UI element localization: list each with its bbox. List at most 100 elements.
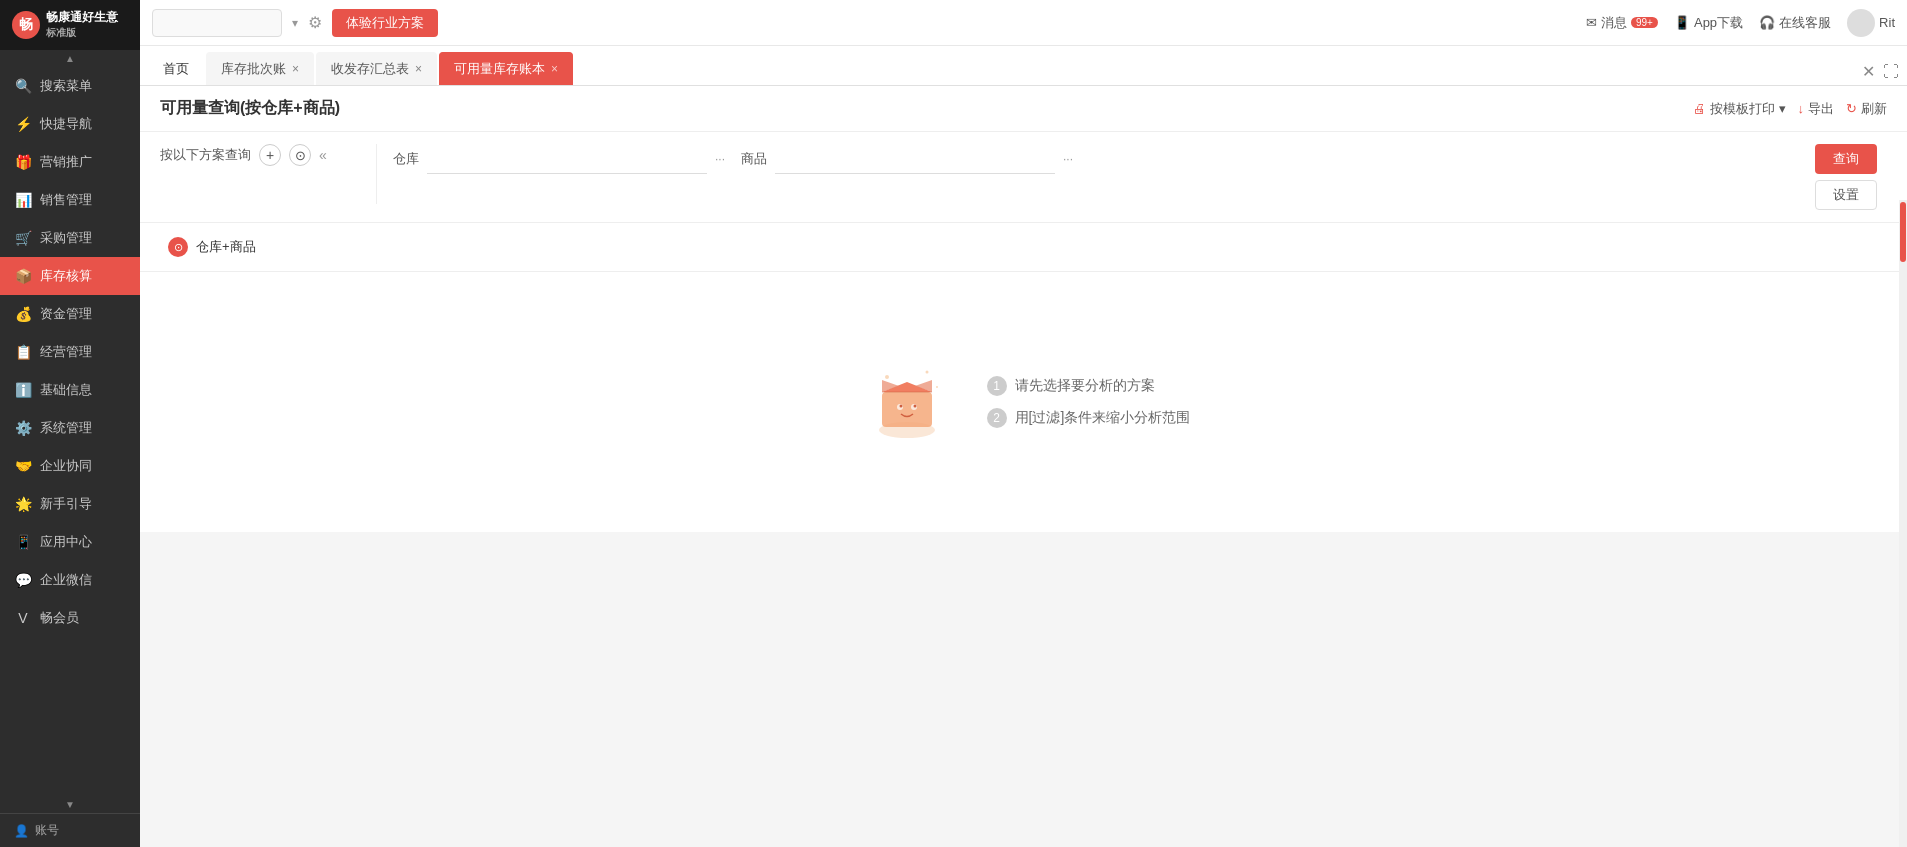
filter-add-button[interactable]: + (259, 144, 281, 166)
sidebar-item-member[interactable]: V 畅会员 (0, 599, 140, 637)
sidebar-item-purchase[interactable]: 🛒 采购管理 (0, 219, 140, 257)
empty-tip-2: 2 用[过滤]条件来缩小分析范围 (987, 408, 1191, 428)
filter-fields: 仓库 ··· 商品 ··· (393, 144, 1815, 174)
marketing-icon: 🎁 (14, 153, 32, 171)
query-button[interactable]: 查询 (1815, 144, 1877, 174)
print-action[interactable]: 🖨 按模板打印 ▾ (1693, 100, 1786, 118)
empty-illustration (857, 352, 957, 452)
tab-summary[interactable]: 收发存汇总表 × (316, 52, 437, 85)
sidebar-footer[interactable]: 👤 账号 (0, 813, 140, 847)
online-service-item[interactable]: 🎧 在线客服 (1759, 14, 1831, 32)
warehouse-input[interactable] (427, 144, 707, 174)
scheme-item[interactable]: ⊙ 仓库+商品 (160, 231, 1887, 263)
tab-close-btn[interactable]: ✕ (1862, 62, 1875, 81)
tab-summary-close[interactable]: × (415, 62, 422, 76)
filter-collapse-button[interactable]: « (319, 147, 327, 163)
sidebar-item-appcenter-label: 应用中心 (40, 533, 92, 551)
sidebar-item-marketing[interactable]: 🎁 营销推广 (0, 143, 140, 181)
top-bar-gear-icon[interactable]: ⚙ (308, 13, 322, 32)
svg-point-8 (899, 405, 902, 408)
sidebar-item-sales-label: 销售管理 (40, 191, 92, 209)
tab-bar-actions: ✕ ⛶ (1862, 62, 1899, 85)
top-bar-chevron-icon[interactable]: ▾ (292, 16, 298, 30)
sidebar-item-corpwechat[interactable]: 💬 企业微信 (0, 561, 140, 599)
sidebar-item-system-label: 系统管理 (40, 419, 92, 437)
sidebar-item-search-label: 搜索菜单 (40, 77, 92, 95)
empty-state: 1 请先选择要分析的方案 2 用[过滤]条件来缩小分析范围 (140, 272, 1907, 532)
finance-icon: 💰 (14, 305, 32, 323)
tip-1-text: 请先选择要分析的方案 (1015, 377, 1155, 395)
tab-available-close[interactable]: × (551, 62, 558, 76)
page-header-actions: 🖨 按模板打印 ▾ ↓ 导出 ↻ 刷新 (1693, 100, 1888, 118)
app-edition: 标准版 (46, 26, 118, 40)
sidebar-item-finance[interactable]: 💰 资金管理 (0, 295, 140, 333)
app-download-item[interactable]: 📱 App下载 (1674, 14, 1743, 32)
export-action[interactable]: ↓ 导出 (1798, 100, 1835, 118)
goods-more-btn[interactable]: ··· (1063, 152, 1073, 166)
sidebar-footer-icon: 👤 (14, 824, 29, 838)
sidebar-scroll-down[interactable]: ▼ (0, 796, 140, 813)
member-icon: V (14, 609, 32, 627)
tab-expand-btn[interactable]: ⛶ (1883, 63, 1899, 81)
tab-available[interactable]: 可用量库存账本 × (439, 52, 573, 85)
tip-2-num: 2 (987, 408, 1007, 428)
phone-icon: 📱 (1674, 15, 1690, 30)
user-info[interactable]: Rit (1847, 9, 1895, 37)
sidebar-item-system[interactable]: ⚙️ 系统管理 (0, 409, 140, 447)
message-item[interactable]: ✉ 消息 99+ (1586, 14, 1658, 32)
page-header: 可用量查询(按仓库+商品) 🖨 按模板打印 ▾ ↓ 导出 ↻ 刷新 (140, 86, 1907, 132)
export-icon: ↓ (1798, 101, 1805, 116)
sidebar-item-basic[interactable]: ℹ️ 基础信息 (0, 371, 140, 409)
tab-batch[interactable]: 库存批次账 × (206, 52, 314, 85)
filter-settings-button[interactable]: ⊙ (289, 144, 311, 166)
filter-row-1: 仓库 ··· 商品 ··· (393, 144, 1815, 174)
sidebar-item-operation[interactable]: 📋 经营管理 (0, 333, 140, 371)
online-service-label: 在线客服 (1779, 14, 1831, 32)
user-avatar (1847, 9, 1875, 37)
warehouse-label: 仓库 (393, 150, 419, 168)
sidebar-item-enterprise-label: 企业协同 (40, 457, 92, 475)
right-scrollbar-thumb (1900, 202, 1906, 262)
sales-icon: 📊 (14, 191, 32, 209)
goods-input[interactable] (775, 144, 1055, 174)
top-bar-right: ✉ 消息 99+ 📱 App下载 🎧 在线客服 Rit (1586, 9, 1895, 37)
svg-point-9 (913, 405, 916, 408)
top-bar-search-input[interactable] (152, 9, 282, 37)
sidebar-item-appcenter[interactable]: 📱 应用中心 (0, 523, 140, 561)
top-bar: ▾ ⚙ 体验行业方案 ✉ 消息 99+ 📱 App下载 🎧 在线客服 Rit (140, 0, 1907, 46)
filter-field-goods: 商品 ··· (741, 144, 1073, 174)
right-actions: 查询 设置 (1815, 144, 1887, 210)
sidebar-item-enterprise[interactable]: 🤝 企业协同 (0, 447, 140, 485)
scheme-item-label: 仓库+商品 (196, 238, 256, 256)
sidebar-item-marketing-label: 营销推广 (40, 153, 92, 171)
newuser-icon: 🌟 (14, 495, 32, 513)
sidebar-item-basic-label: 基础信息 (40, 381, 92, 399)
sidebar-scroll-up[interactable]: ▲ (0, 50, 140, 67)
tab-bar: 首页 库存批次账 × 收发存汇总表 × 可用量库存账本 × ✕ ⛶ (140, 46, 1907, 86)
sidebar-header: 畅 畅康通好生意 标准版 (0, 0, 140, 50)
tab-batch-close[interactable]: × (292, 62, 299, 76)
app-logo: 畅 (12, 11, 40, 39)
industry-btn[interactable]: 体验行业方案 (332, 9, 438, 37)
sidebar-item-newuser[interactable]: 🌟 新手引导 (0, 485, 140, 523)
app-download-label: App下载 (1694, 14, 1743, 32)
sidebar-item-quicknav-label: 快捷导航 (40, 115, 92, 133)
system-icon: ⚙️ (14, 419, 32, 437)
sidebar-item-sales[interactable]: 📊 销售管理 (0, 181, 140, 219)
tab-available-label: 可用量库存账本 (454, 60, 545, 78)
right-scrollbar[interactable] (1899, 200, 1907, 847)
page-title: 可用量查询(按仓库+商品) (160, 98, 340, 119)
page-content: 可用量查询(按仓库+商品) 🖨 按模板打印 ▾ ↓ 导出 ↻ 刷新 (140, 86, 1907, 847)
tab-home[interactable]: 首页 (148, 52, 204, 85)
tip-2-text: 用[过滤]条件来缩小分析范围 (1015, 409, 1191, 427)
sidebar-item-quicknav[interactable]: ⚡ 快捷导航 (0, 105, 140, 143)
warehouse-more-btn[interactable]: ··· (715, 152, 725, 166)
sidebar-item-inventory[interactable]: 📦 库存核算 (0, 257, 140, 295)
svg-point-11 (925, 371, 928, 374)
sidebar-item-search[interactable]: 🔍 搜索菜单 (0, 67, 140, 105)
settings-button[interactable]: 设置 (1815, 180, 1877, 210)
export-label: 导出 (1808, 100, 1834, 118)
refresh-action[interactable]: ↻ 刷新 (1846, 100, 1887, 118)
sidebar-nav: 🔍 搜索菜单 ⚡ 快捷导航 🎁 营销推广 📊 销售管理 🛒 采购管理 📦 库存核… (0, 67, 140, 796)
message-label: 消息 (1601, 14, 1627, 32)
